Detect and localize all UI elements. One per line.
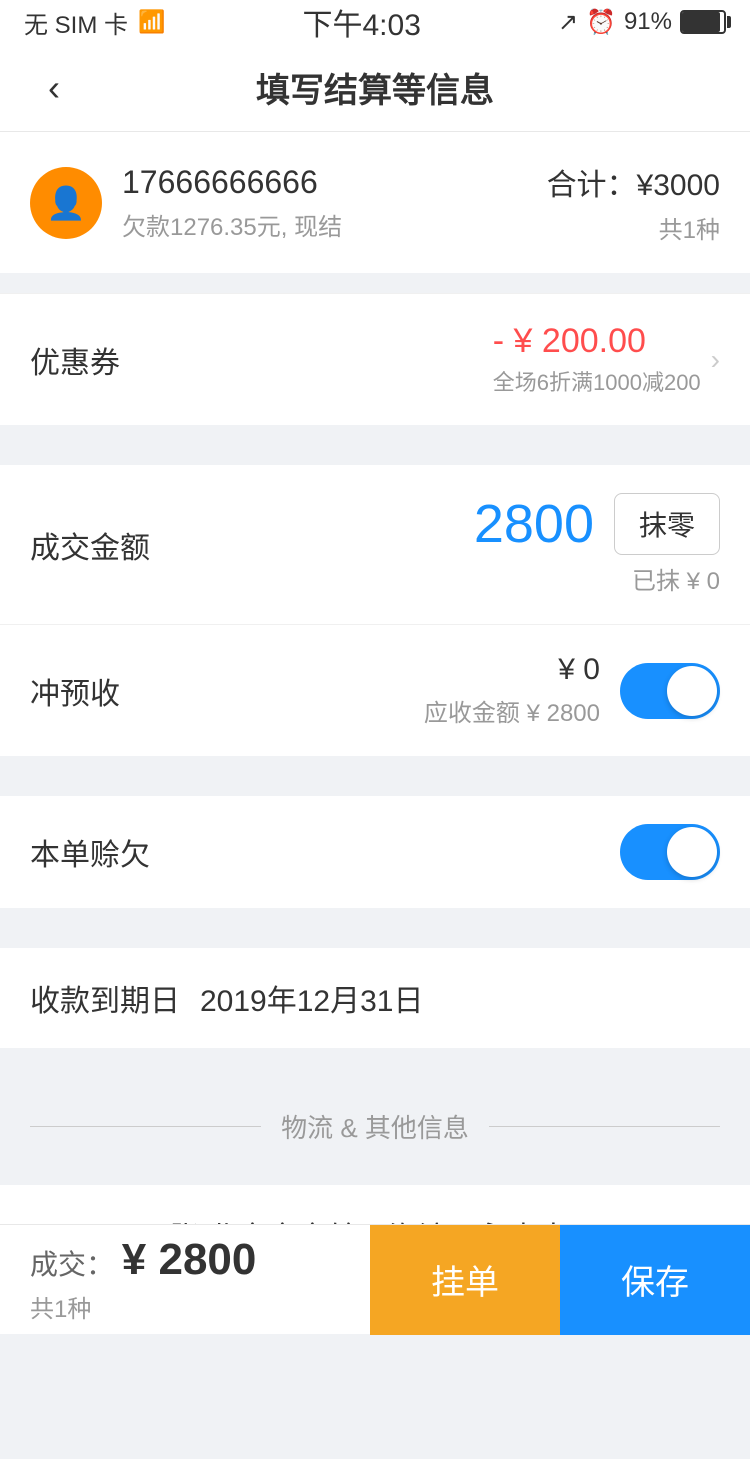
precollect-main: ¥ 0 [424,653,600,687]
wifi-icon: 📶 [138,9,165,35]
duedate-section: 收款到期日 2019年12月31日 [0,948,750,1048]
avatar: 👤 [30,167,102,239]
footer-deal-count: 共1种 [30,1289,340,1324]
credit-toggle-knob [667,827,717,877]
precollect-amount: ¥ 0 应收金额 ¥ 2800 [424,653,600,728]
credit-toggle[interactable] [620,824,720,880]
footer-deal-row: 成交： ¥ 2800 [30,1235,340,1285]
gap1 [0,445,750,465]
save-button[interactable]: 保存 [560,1225,750,1335]
coupon-discount: - ¥ 200.00 [493,322,701,361]
amount-sub: 已抹 ¥ 0 [474,561,720,596]
gap4 [0,1068,750,1088]
logistics-title: 物流 & 其他信息 [281,1108,469,1145]
alarm-icon: ⏰ [586,8,616,37]
hang-label: 挂单 [431,1255,499,1304]
customer-text: 17666666666 欠款1276.35元, 现结 [122,164,342,242]
customer-sub: 欠款1276.35元, 现结 [122,207,342,242]
divider-line-left [30,1126,261,1127]
precollect-label: 冲预收 [30,669,120,713]
status-time: 下午4:03 [302,0,420,44]
footer-deal-amount: ¥ 2800 [122,1235,257,1284]
order-count: 共1种 [547,210,720,245]
footer: 成交： ¥ 2800 共1种 挂单 保存 [0,1224,750,1334]
status-right: ↗ ⏰ 91% [558,8,726,37]
page-title: 填写结算等信息 [256,63,494,112]
customer-info-section: 👤 17666666666 欠款1276.35元, 现结 合计：¥3000 共1… [0,132,750,273]
customer-phone: 17666666666 [122,164,342,201]
hang-button[interactable]: 挂单 [370,1225,560,1335]
customer-left: 👤 17666666666 欠款1276.35元, 现结 [30,164,342,242]
duedate-label: 收款到期日 [30,976,180,1020]
precollect-sub: 应收金额 ¥ 2800 [424,693,600,728]
amount-value-group: 2800 抹零 [474,493,720,555]
battery-label: 91% [624,8,672,36]
precollect-right: ¥ 0 应收金额 ¥ 2800 [424,653,720,728]
status-left: 无 SIM 卡 📶 [24,5,165,40]
nav-bar: ‹ 填写结算等信息 [0,44,750,132]
footer-deal-label: 成交： [30,1249,114,1280]
amount-section: 成交金额 2800 抹零 已抹 ¥ 0 冲预收 ¥ 0 应收金额 ¥ 2800 [0,465,750,756]
duedate-value: 2019年12月31日 [200,976,423,1020]
coupon-section: 优惠券 - ¥ 200.00 全场6折满1000减200 › [0,293,750,425]
footer-info: 成交： ¥ 2800 共1种 [0,1235,370,1324]
order-total: 合计：¥3000 [547,160,720,204]
gap3 [0,928,750,948]
round-zero-button[interactable]: 抹零 [614,493,720,555]
precollect-row: 冲预收 ¥ 0 应收金额 ¥ 2800 [0,625,750,756]
coupon-info: - ¥ 200.00 全场6折满1000减200 [493,322,701,397]
logistics-divider: 物流 & 其他信息 [0,1088,750,1165]
location-icon: ↗ [558,8,578,37]
battery-icon [680,10,726,34]
amount-value: 2800 [474,493,594,555]
coupon-chevron-icon: › [711,344,720,376]
coupon-right: - ¥ 200.00 全场6折满1000减200 › [493,322,720,397]
coupon-desc: 全场6折满1000减200 [493,365,701,397]
toggle-knob [667,666,717,716]
credit-section: 本单赊欠 [0,796,750,908]
divider-line-right [489,1126,720,1127]
amount-right-group: 2800 抹零 已抹 ¥ 0 [474,493,720,596]
sim-label: 无 SIM 卡 [24,5,128,40]
back-button[interactable]: ‹ [24,58,84,118]
amount-label: 成交金额 [30,523,150,567]
coupon-row[interactable]: 优惠券 - ¥ 200.00 全场6折满1000减200 › [0,293,750,425]
precollect-toggle[interactable] [620,663,720,719]
bottom-spacer [0,1339,750,1459]
save-label: 保存 [621,1255,689,1304]
credit-label: 本单赊欠 [30,830,150,874]
customer-right: 合计：¥3000 共1种 [547,160,720,245]
amount-row: 成交金额 2800 抹零 已抹 ¥ 0 [0,465,750,625]
avatar-icon: 👤 [46,184,86,222]
status-bar: 无 SIM 卡 📶 下午4:03 ↗ ⏰ 91% [0,0,750,44]
gap2 [0,776,750,796]
coupon-label: 优惠券 [30,338,120,382]
